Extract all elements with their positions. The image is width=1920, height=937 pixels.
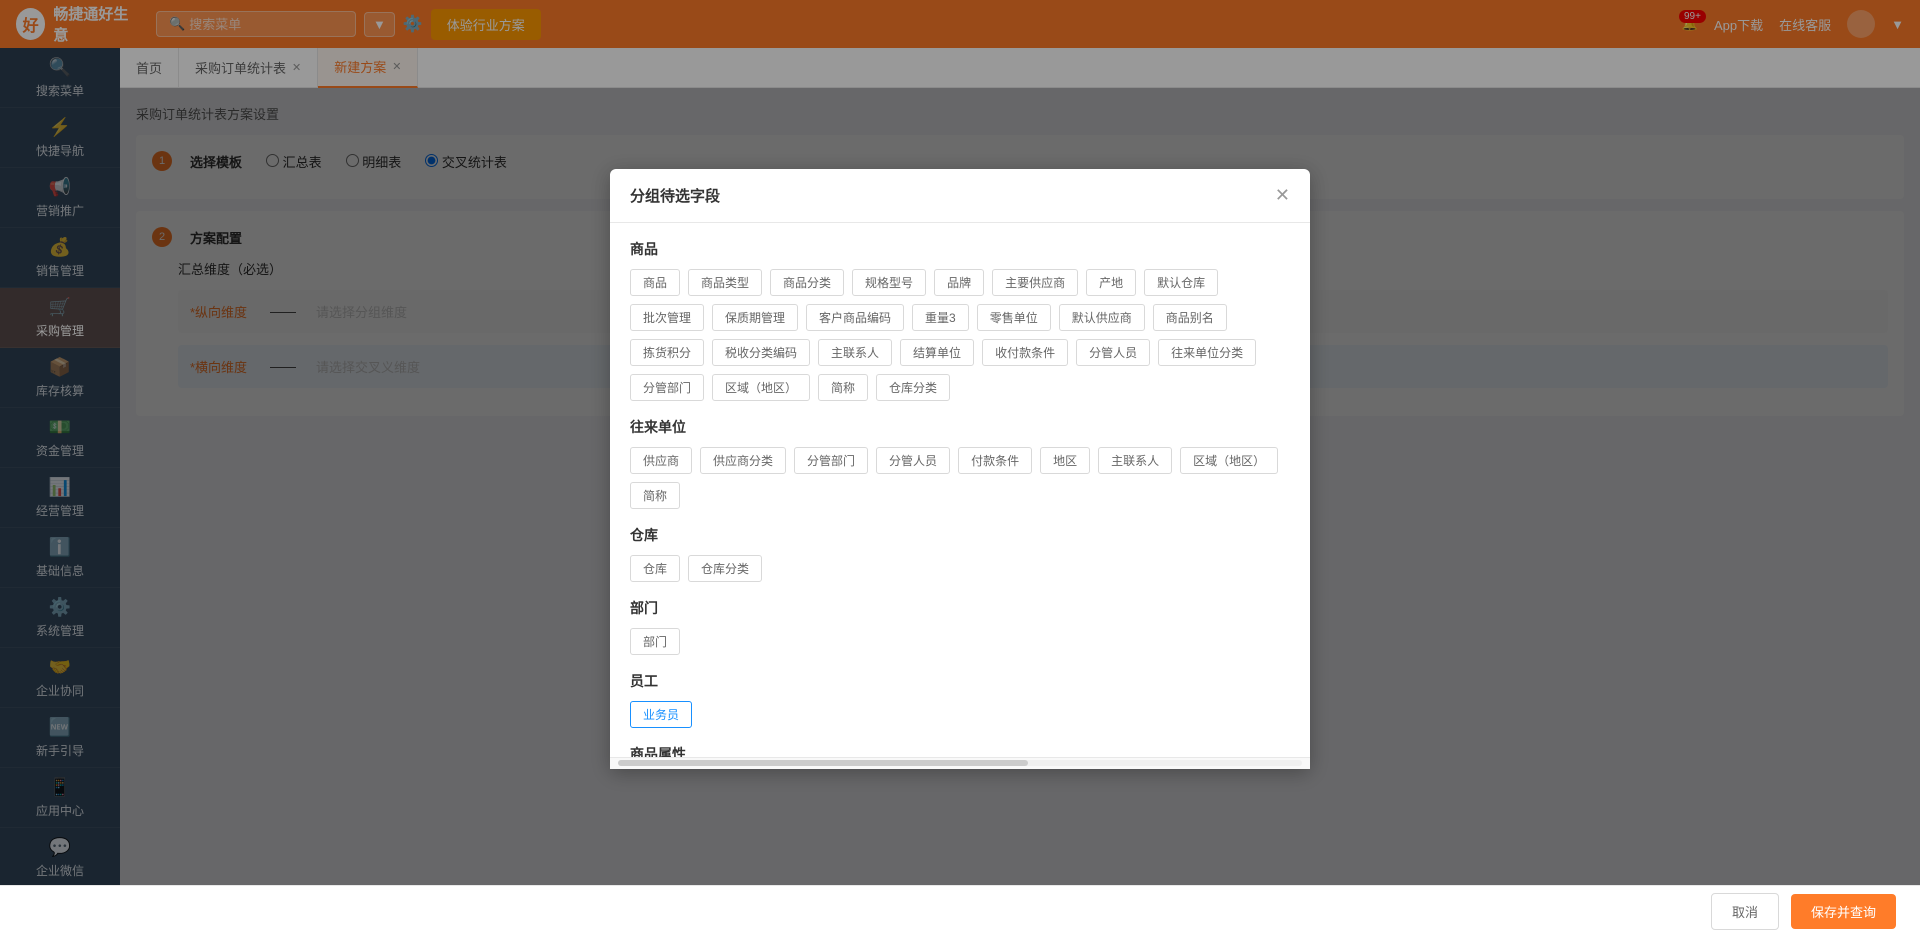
modal-overlay: 分组待选字段 ✕ 商品 商品 商品类型 商品分类 规格型号 品牌 主要供应商 产… xyxy=(0,0,1920,937)
field-expiry-mgmt[interactable]: 保质期管理 xyxy=(712,304,798,331)
field-brand[interactable]: 品牌 xyxy=(934,269,984,296)
field-weight[interactable]: 重量3 xyxy=(912,304,969,331)
field-warehouse-category[interactable]: 仓库分类 xyxy=(876,374,950,401)
field-manage-dept[interactable]: 分管部门 xyxy=(630,374,704,401)
field-short-name[interactable]: 简称 xyxy=(818,374,868,401)
section-partner-fields: 供应商 供应商分类 分管部门 分管人员 付款条件 地区 主联系人 区域（地区） … xyxy=(630,447,1290,509)
field-short-name2[interactable]: 简称 xyxy=(630,482,680,509)
field-salesperson[interactable]: 业务员 xyxy=(630,701,692,728)
field-partner-category[interactable]: 往来单位分类 xyxy=(1158,339,1256,366)
section-goods-title: 商品 xyxy=(630,239,1290,259)
section-staff-title: 员工 xyxy=(630,671,1290,691)
field-retail-unit[interactable]: 零售单位 xyxy=(977,304,1051,331)
field-region2[interactable]: 区域（地区） xyxy=(1180,447,1278,474)
section-warehouse-title: 仓库 xyxy=(630,525,1290,545)
field-region[interactable]: 区域（地区） xyxy=(712,374,810,401)
field-area[interactable]: 地区 xyxy=(1040,447,1090,474)
field-tax-code[interactable]: 税收分类编码 xyxy=(712,339,810,366)
section-goods: 商品 商品 商品类型 商品分类 规格型号 品牌 主要供应商 产地 默认仓库 批次… xyxy=(630,239,1290,401)
field-goods-alias[interactable]: 商品别名 xyxy=(1153,304,1227,331)
field-partner-manager[interactable]: 分管人员 xyxy=(876,447,950,474)
section-staff-fields: 业务员 xyxy=(630,701,1290,728)
field-payment-terms[interactable]: 收付款条件 xyxy=(982,339,1068,366)
section-warehouse-fields: 仓库 仓库分类 xyxy=(630,555,1290,582)
modal-header: 分组待选字段 ✕ xyxy=(610,169,1310,223)
field-main-supplier[interactable]: 主要供应商 xyxy=(992,269,1078,296)
bottom-action-bar: 取消 保存并查询 xyxy=(0,885,1920,937)
modal-close-button[interactable]: ✕ xyxy=(1275,186,1290,204)
field-warehouse-cat[interactable]: 仓库分类 xyxy=(688,555,762,582)
field-main-contact2[interactable]: 主联系人 xyxy=(1098,447,1172,474)
scroll-track[interactable] xyxy=(618,760,1302,766)
modal-title: 分组待选字段 xyxy=(630,185,720,206)
field-main-contact[interactable]: 主联系人 xyxy=(818,339,892,366)
section-goods-fields: 商品 商品类型 商品分类 规格型号 品牌 主要供应商 产地 默认仓库 批次管理 … xyxy=(630,269,1290,401)
field-supplier-category[interactable]: 供应商分类 xyxy=(700,447,786,474)
save-query-button[interactable]: 保存并查询 xyxy=(1791,894,1896,929)
field-manager[interactable]: 分管人员 xyxy=(1076,339,1150,366)
field-default-warehouse[interactable]: 默认仓库 xyxy=(1144,269,1218,296)
section-warehouse: 仓库 仓库 仓库分类 xyxy=(630,525,1290,582)
field-batch-mgmt[interactable]: 批次管理 xyxy=(630,304,704,331)
section-partner: 往来单位 供应商 供应商分类 分管部门 分管人员 付款条件 地区 主联系人 区域… xyxy=(630,417,1290,509)
field-pick-points[interactable]: 拣货积分 xyxy=(630,339,704,366)
field-origin[interactable]: 产地 xyxy=(1086,269,1136,296)
field-selection-modal: 分组待选字段 ✕ 商品 商品 商品类型 商品分类 规格型号 品牌 主要供应商 产… xyxy=(610,169,1310,769)
section-dept: 部门 部门 xyxy=(630,598,1290,655)
field-warehouse[interactable]: 仓库 xyxy=(630,555,680,582)
modal-scroll-bar xyxy=(610,757,1310,769)
section-goods-attr-title: 商品属性 xyxy=(630,744,1290,757)
field-goods[interactable]: 商品 xyxy=(630,269,680,296)
field-goods-category[interactable]: 商品分类 xyxy=(770,269,844,296)
field-dept[interactable]: 部门 xyxy=(630,628,680,655)
cancel-button[interactable]: 取消 xyxy=(1711,893,1779,930)
section-staff: 员工 业务员 xyxy=(630,671,1290,728)
section-dept-fields: 部门 xyxy=(630,628,1290,655)
field-goods-type[interactable]: 商品类型 xyxy=(688,269,762,296)
field-spec-model[interactable]: 规格型号 xyxy=(852,269,926,296)
field-partner-dept[interactable]: 分管部门 xyxy=(794,447,868,474)
field-customer-code[interactable]: 客户商品编码 xyxy=(806,304,904,331)
section-dept-title: 部门 xyxy=(630,598,1290,618)
field-settlement-unit[interactable]: 结算单位 xyxy=(900,339,974,366)
section-goods-attr: 商品属性 属性 颜色 多规格 尺码 鞋码 1 xyxy=(630,744,1290,757)
modal-body: 商品 商品 商品类型 商品分类 规格型号 品牌 主要供应商 产地 默认仓库 批次… xyxy=(610,223,1310,757)
field-supplier[interactable]: 供应商 xyxy=(630,447,692,474)
field-payment-condition[interactable]: 付款条件 xyxy=(958,447,1032,474)
section-partner-title: 往来单位 xyxy=(630,417,1290,437)
scroll-thumb xyxy=(618,760,1028,766)
field-default-supplier[interactable]: 默认供应商 xyxy=(1059,304,1145,331)
